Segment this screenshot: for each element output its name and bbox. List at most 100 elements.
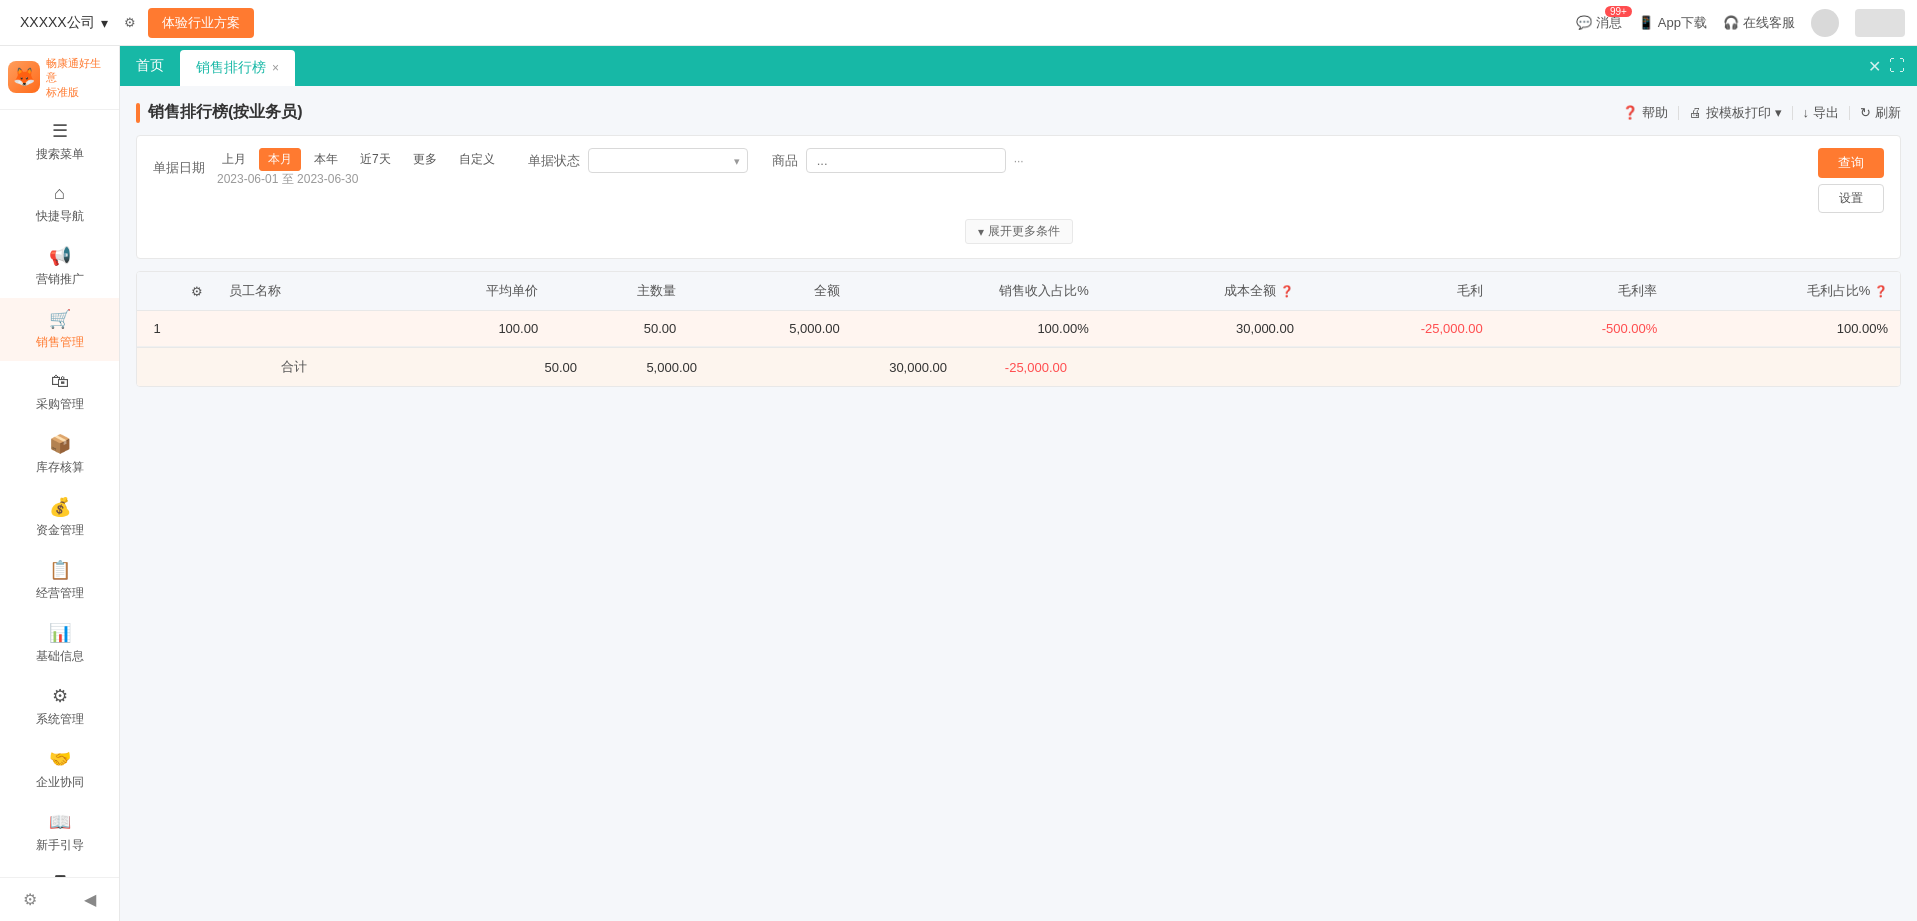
tab-home[interactable]: 首页 — [120, 46, 180, 86]
top-right-area: 💬 消息 99+ 📱 App下载 🎧 在线客服 — [1576, 9, 1905, 37]
goods-filter: 商品 ··· — [772, 148, 1024, 173]
tab-close-icon[interactable]: × — [272, 61, 279, 75]
main-content: 销售排行榜(按业务员) ❓ 帮助 🖨 按模板打印 ▾ — [120, 86, 1917, 921]
footer-amount: 5,000.00 — [589, 360, 709, 375]
export-button[interactable]: ↓ 导出 — [1803, 104, 1840, 122]
th-name: 员工名称 — [217, 272, 384, 311]
footer-gross: -25,000.00 — [959, 360, 1079, 375]
refresh-icon: ↻ — [1860, 105, 1871, 120]
gross-pct-help-icon[interactable]: ❓ — [1874, 285, 1888, 297]
filter-settings-button[interactable]: 设置 — [1818, 184, 1884, 213]
sidebar-bottom: ⚙ ◀ — [0, 877, 119, 921]
query-button[interactable]: 查询 — [1818, 148, 1884, 178]
sidebar-item-system[interactable]: ⚙ 系统管理 — [0, 675, 119, 738]
sidebar-item-finance[interactable]: 💰 资金管理 — [0, 486, 119, 549]
sales-icon: 🛒 — [49, 308, 71, 330]
sidebar-item-sales[interactable]: 🛒 销售管理 — [0, 298, 119, 361]
online-service-button[interactable]: 🎧 在线客服 — [1723, 14, 1795, 32]
date-btn-this-year[interactable]: 本年 — [305, 148, 347, 171]
cell-amount: 5,000.00 — [688, 311, 852, 347]
refresh-button[interactable]: ↻ 刷新 — [1860, 104, 1901, 122]
company-selector[interactable]: XXXXX公司 ▾ — [12, 10, 116, 36]
filter-right-actions: 查询 设置 — [1818, 148, 1884, 213]
tab-sales-ranking[interactable]: 销售排行榜 × — [180, 50, 295, 86]
title-accent — [136, 103, 140, 123]
sidebar-label-basic-info: 基础信息 — [36, 648, 84, 665]
trial-button[interactable]: 体验行业方案 — [148, 8, 254, 38]
sidebar-label-purchase: 采购管理 — [36, 396, 84, 413]
cell-sales-pct: 100.00% — [852, 311, 1101, 347]
page-header: 销售排行榜(按业务员) ❓ 帮助 🖨 按模板打印 ▾ — [136, 102, 1901, 123]
tab-sales-ranking-label: 销售排行榜 — [196, 59, 266, 77]
app-download-icon: 📱 — [1638, 15, 1654, 30]
date-btn-last-7-days[interactable]: 近7天 — [351, 148, 400, 171]
th-cost: 成本全额 ❓ — [1101, 272, 1306, 311]
goods-more-icon[interactable]: ··· — [1014, 154, 1024, 168]
company-name: XXXXX公司 — [20, 14, 95, 32]
cell-gross-rate: -500.00% — [1495, 311, 1670, 347]
avatar[interactable] — [1811, 9, 1839, 37]
expand-window-icon[interactable]: ⛶ — [1889, 57, 1905, 75]
basic-info-icon: 📊 — [49, 622, 71, 644]
sidebar-item-inventory[interactable]: 📦 库存核算 — [0, 423, 119, 486]
logo-line1: 畅康通好生意 — [46, 56, 111, 85]
cell-avg-price: 100.00 — [384, 311, 551, 347]
app-download-label: App下载 — [1658, 14, 1707, 32]
divider2 — [1792, 106, 1793, 120]
date-btn-last-month[interactable]: 上月 — [213, 148, 255, 171]
expand-arrow-icon: ▾ — [978, 225, 984, 239]
data-table: ⚙ 员工名称 平均单价 主数量 全额 销售收入占比% 成本全额 ❓ 毛利 毛利率 — [137, 272, 1900, 347]
column-settings-icon[interactable]: ⚙ — [191, 284, 203, 299]
th-avg-price: 平均单价 — [384, 272, 551, 311]
purchase-icon: 🛍 — [51, 371, 69, 392]
date-btn-this-month[interactable]: 本月 — [259, 148, 301, 171]
logo-text: 畅康通好生意 标准版 — [46, 56, 111, 99]
sidebar-settings-btn[interactable]: ⚙ — [15, 886, 45, 913]
cost-help-icon[interactable]: ❓ — [1280, 285, 1294, 297]
sidebar-item-marketing[interactable]: 📢 营销推广 — [0, 235, 119, 298]
divider1 — [1678, 106, 1679, 120]
help-label: 帮助 — [1642, 104, 1668, 122]
settings-icon[interactable]: ⚙ — [124, 15, 136, 30]
status-label: 单据状态 — [528, 152, 580, 170]
date-buttons: 上月 本月 本年 近7天 更多 自定义 — [213, 148, 504, 171]
print-arrow-icon: ▾ — [1775, 105, 1782, 120]
sidebar-item-enterprise[interactable]: 🤝 企业协同 — [0, 738, 119, 801]
th-amount: 全额 — [688, 272, 852, 311]
logo-icon: 🦊 — [8, 61, 40, 93]
status-select[interactable] — [588, 148, 748, 173]
sidebar-item-app-center[interactable]: 📱 应用中心 — [0, 864, 119, 877]
username-display — [1855, 9, 1905, 37]
date-btn-custom[interactable]: 自定义 — [450, 148, 504, 171]
online-service-label: 在线客服 — [1743, 14, 1795, 32]
table-footer: 合计 50.00 5,000.00 30,000.00 -25,000.00 — [137, 347, 1900, 386]
sidebar-item-search[interactable]: ☰ 搜索菜单 — [0, 110, 119, 173]
sidebar-item-shortcut[interactable]: ⌂ 快捷导航 — [0, 173, 119, 235]
finance-icon: 💰 — [49, 496, 71, 518]
sidebar-item-basic-info[interactable]: 📊 基础信息 — [0, 612, 119, 675]
sidebar-nav: ☰ 搜索菜单 ⌂ 快捷导航 📢 营销推广 🛒 销售管理 🛍 采购管理 — [0, 110, 119, 877]
th-settings[interactable]: ⚙ — [177, 272, 217, 311]
close-window-icon[interactable]: ✕ — [1868, 57, 1881, 76]
sidebar-label-finance: 资金管理 — [36, 522, 84, 539]
date-btn-more[interactable]: 更多 — [404, 148, 446, 171]
expand-conditions-button[interactable]: ▾ 展开更多条件 — [965, 219, 1073, 244]
sidebar-label-search: 搜索菜单 — [36, 146, 84, 163]
help-button[interactable]: ❓ 帮助 — [1622, 104, 1668, 122]
sidebar-item-purchase[interactable]: 🛍 采购管理 — [0, 361, 119, 423]
filter-bar: 单据日期 上月 本月 本年 近7天 更多 自定义 20 — [136, 135, 1901, 259]
refresh-label: 刷新 — [1875, 104, 1901, 122]
marketing-icon: 📢 — [49, 245, 71, 267]
goods-input[interactable] — [806, 148, 1006, 173]
header-actions: ❓ 帮助 🖨 按模板打印 ▾ ↓ 导出 — [1622, 104, 1902, 122]
print-button[interactable]: 🖨 按模板打印 ▾ — [1689, 104, 1782, 122]
tab-bar-right: ✕ ⛶ — [1868, 57, 1917, 76]
system-icon: ⚙ — [52, 685, 68, 707]
sidebar-item-operations[interactable]: 📋 经营管理 — [0, 549, 119, 612]
app-download-button[interactable]: 📱 App下载 — [1638, 14, 1707, 32]
cell-gross-pct: 100.00% — [1669, 311, 1900, 347]
message-button[interactable]: 💬 消息 99+ — [1576, 14, 1622, 32]
tab-home-label: 首页 — [136, 57, 164, 75]
sidebar-item-guide[interactable]: 📖 新手引导 — [0, 801, 119, 864]
sidebar-collapse-btn[interactable]: ◀ — [76, 886, 104, 913]
